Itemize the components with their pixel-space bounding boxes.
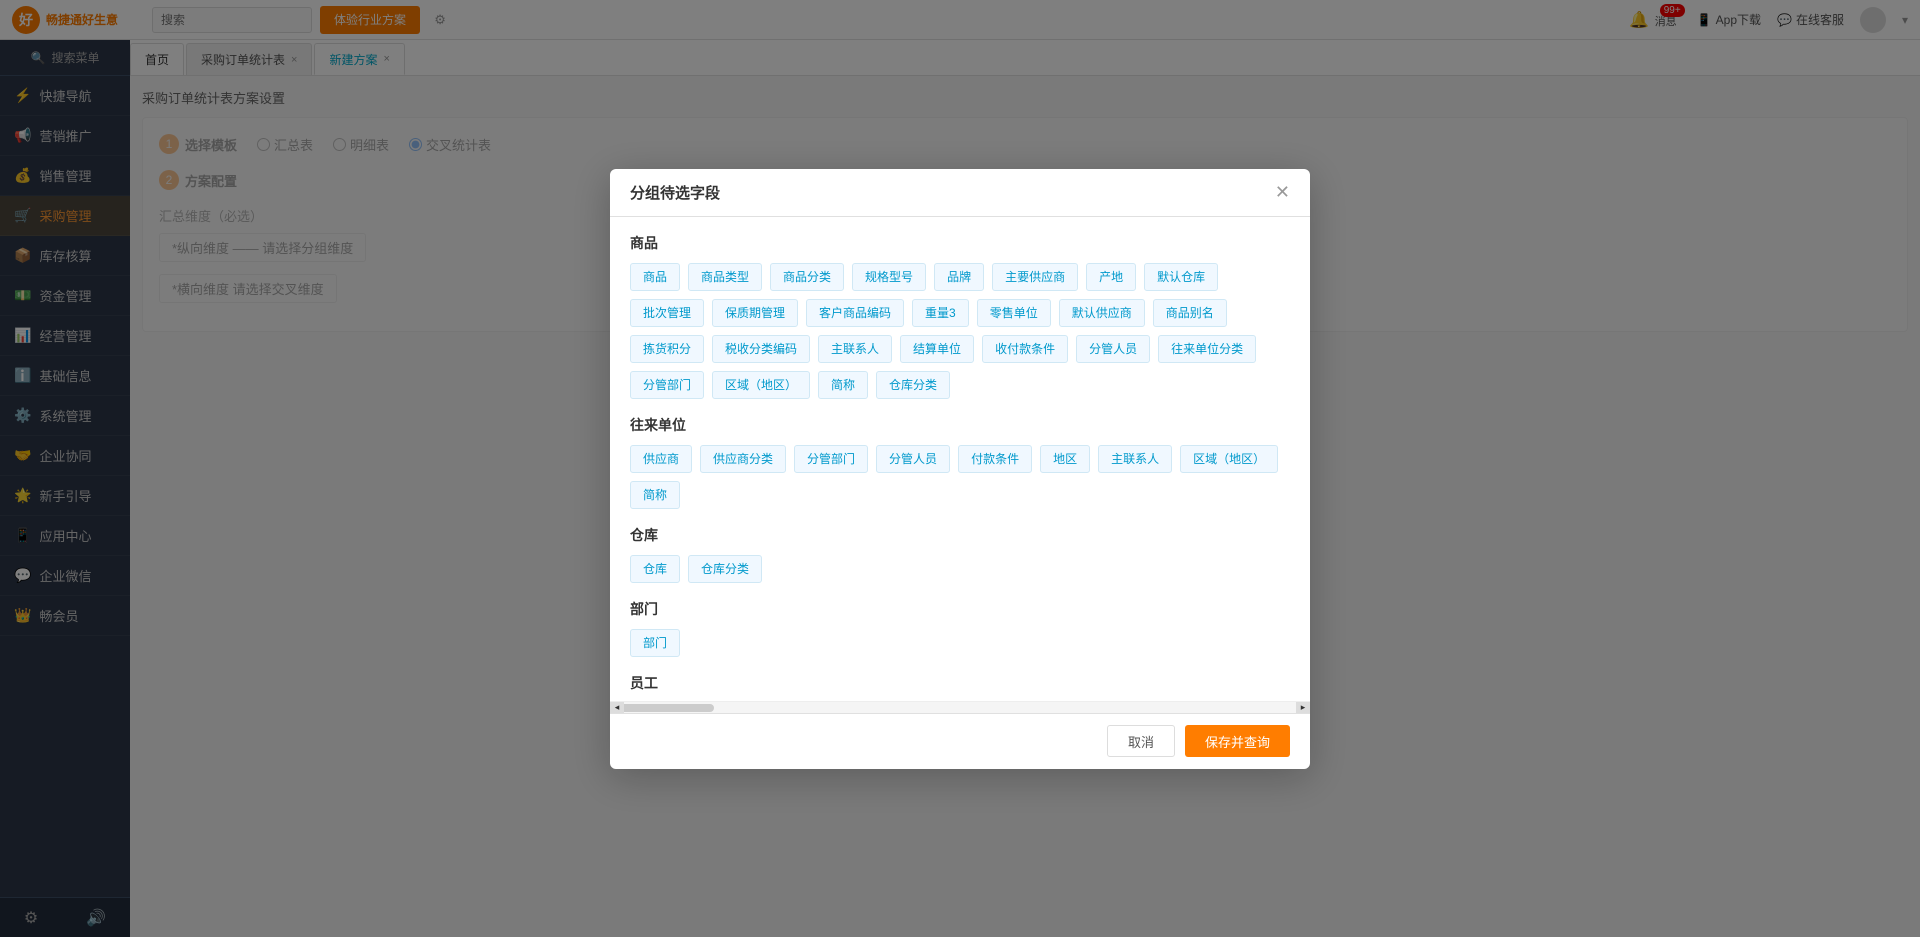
tag-item[interactable]: 仓库 — [630, 555, 680, 583]
tag-item[interactable]: 默认仓库 — [1144, 263, 1218, 291]
field-select-modal: 分组待选字段 ✕ 商品 商品商品类型商品分类规格型号品牌主要供应商产地默认仓库批… — [610, 169, 1310, 769]
tag-item[interactable]: 重量3 — [912, 299, 969, 327]
tag-item[interactable]: 商品别名 — [1153, 299, 1227, 327]
tag-item[interactable]: 品牌 — [934, 263, 984, 291]
section-title-product: 商品 — [630, 233, 1290, 253]
modal-overlay: 分组待选字段 ✕ 商品 商品商品类型商品分类规格型号品牌主要供应商产地默认仓库批… — [0, 0, 1920, 937]
tag-item[interactable]: 区域（地区） — [1180, 445, 1278, 473]
tag-item[interactable]: 付款条件 — [958, 445, 1032, 473]
tag-item[interactable]: 简称 — [818, 371, 868, 399]
tag-item[interactable]: 分管人员 — [1076, 335, 1150, 363]
tag-item[interactable]: 往来单位分类 — [1158, 335, 1256, 363]
tag-item[interactable]: 产地 — [1086, 263, 1136, 291]
tag-item[interactable]: 仓库分类 — [876, 371, 950, 399]
tag-item[interactable]: 零售单位 — [977, 299, 1051, 327]
tag-item[interactable]: 默认供应商 — [1059, 299, 1145, 327]
tag-item[interactable]: 地区 — [1040, 445, 1090, 473]
section-title-warehouse: 仓库 — [630, 525, 1290, 545]
modal-body: 商品 商品商品类型商品分类规格型号品牌主要供应商产地默认仓库批次管理保质期管理客… — [610, 217, 1310, 701]
hscroll-right-btn[interactable]: ▸ — [1296, 702, 1310, 713]
tag-item[interactable]: 部门 — [630, 629, 680, 657]
tag-item[interactable]: 供应商 — [630, 445, 692, 473]
section-title-department: 部门 — [630, 599, 1290, 619]
tag-item[interactable]: 区域（地区） — [712, 371, 810, 399]
tag-item[interactable]: 批次管理 — [630, 299, 704, 327]
tag-item[interactable]: 税收分类编码 — [712, 335, 810, 363]
tag-item[interactable]: 供应商分类 — [700, 445, 786, 473]
tags-grid-partner: 供应商供应商分类分管部门分管人员付款条件地区主联系人区域（地区） 简称 — [630, 445, 1290, 509]
tag-item[interactable]: 商品 — [630, 263, 680, 291]
tag-item[interactable]: 拣货积分 — [630, 335, 704, 363]
tag-item[interactable]: 收付款条件 — [982, 335, 1068, 363]
modal-footer: 取消 保存并查询 — [610, 713, 1310, 769]
cancel-button[interactable]: 取消 — [1107, 725, 1175, 757]
section-title-partner: 往来单位 — [630, 415, 1290, 435]
tag-item[interactable]: 简称 — [630, 481, 680, 509]
tags-grid-department: 部门 — [630, 629, 1290, 657]
tag-item[interactable]: 商品分类 — [770, 263, 844, 291]
confirm-button[interactable]: 保存并查询 — [1185, 725, 1290, 757]
tag-item[interactable]: 分管部门 — [630, 371, 704, 399]
section-title-employee: 员工 — [630, 673, 1290, 693]
tag-item[interactable]: 分管部门 — [794, 445, 868, 473]
tag-item[interactable]: 商品类型 — [688, 263, 762, 291]
tag-item[interactable]: 主联系人 — [1098, 445, 1172, 473]
tag-item[interactable]: 主联系人 — [818, 335, 892, 363]
modal-hscroll[interactable]: ◂ ▸ — [610, 701, 1310, 713]
modal-header: 分组待选字段 ✕ — [610, 169, 1310, 217]
hscroll-thumb — [614, 704, 714, 712]
tag-item[interactable]: 结算单位 — [900, 335, 974, 363]
modal-title: 分组待选字段 — [630, 182, 720, 203]
hscroll-left-btn[interactable]: ◂ — [610, 702, 624, 713]
tag-item[interactable]: 仓库分类 — [688, 555, 762, 583]
tag-item[interactable]: 保质期管理 — [712, 299, 798, 327]
tags-grid-warehouse: 仓库仓库分类 — [630, 555, 1290, 583]
modal-close-button[interactable]: ✕ — [1275, 183, 1290, 201]
tag-item[interactable]: 规格型号 — [852, 263, 926, 291]
tags-grid-product: 商品商品类型商品分类规格型号品牌主要供应商产地默认仓库批次管理保质期管理客户商品… — [630, 263, 1290, 399]
tag-item[interactable]: 客户商品编码 — [806, 299, 904, 327]
tag-item[interactable]: 分管人员 — [876, 445, 950, 473]
tag-item[interactable]: 主要供应商 — [992, 263, 1078, 291]
